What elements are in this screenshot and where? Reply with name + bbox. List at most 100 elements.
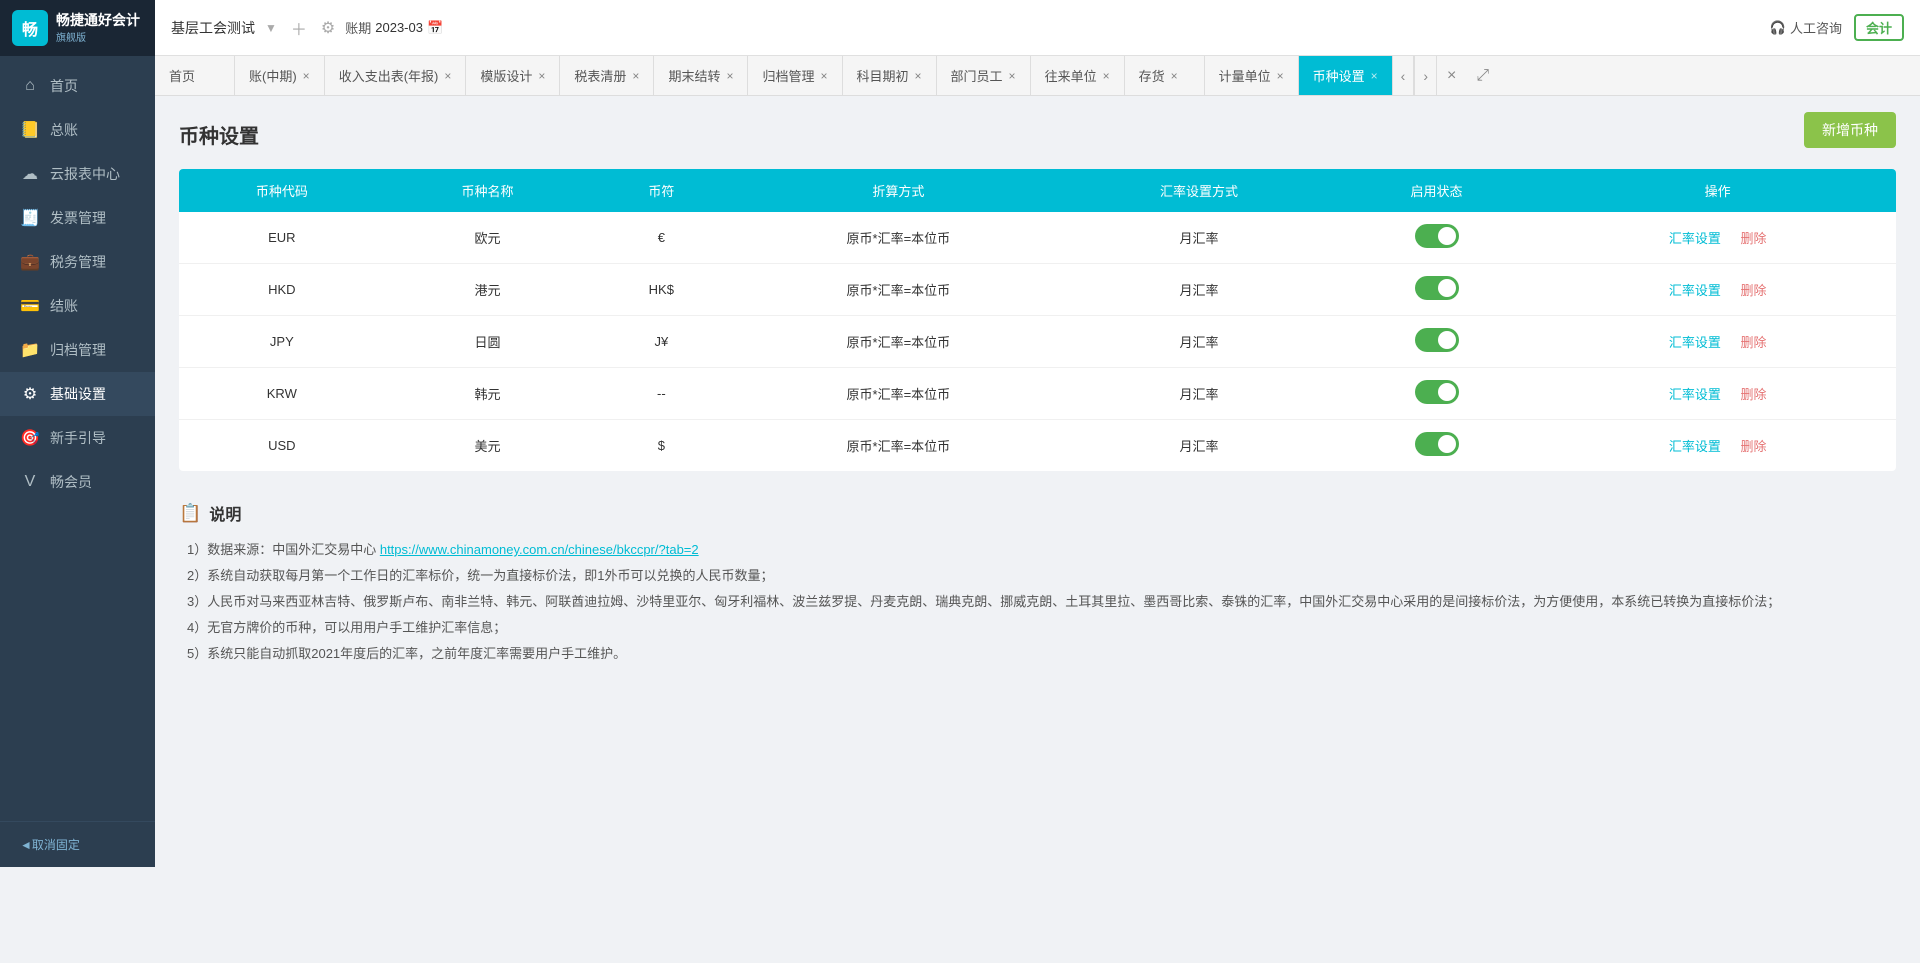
sidebar-pin-toggle[interactable]: ◄取消固定 [0,821,155,867]
sidebar-item-reports[interactable]: ☁ 云报表中心 [0,152,155,196]
tab-subjects-close[interactable]: × [915,69,922,83]
sidebar-item-settings[interactable]: ⚙ 基础设置 [0,372,155,416]
tab-units-close[interactable]: × [1103,69,1110,83]
tab-template[interactable]: 模版设计 × [466,56,560,95]
tab-taxclear-close[interactable]: × [632,69,639,83]
tab-employees-close[interactable]: × [1009,69,1016,83]
cell-name: 日圆 [385,316,591,368]
sidebar-item-ledger[interactable]: 📒 总账 [0,108,155,152]
add-tab-button[interactable]: ＋ [287,16,311,40]
service-button[interactable]: 🎧 人工咨询 [1770,18,1842,37]
cell-calc: 原币*汇率=本位币 [732,368,1064,420]
delete-link-KRW[interactable]: 删除 [1741,387,1767,402]
sidebar-item-guide[interactable]: 🎯 新手引导 [0,416,155,460]
tab-income[interactable]: 收入支出表(年报) × [325,56,467,95]
new-currency-button[interactable]: 新增币种 [1804,112,1896,148]
col-header-code: 币种代码 [179,169,385,212]
cell-status [1334,368,1540,420]
tab-currency-close[interactable]: × [1371,69,1378,83]
tab-period[interactable]: 账(中期) × [235,56,325,95]
logo-title: 畅捷通好会计 [56,12,140,29]
toggle-KRW[interactable] [1415,380,1459,404]
service-label: 人工咨询 [1790,18,1842,37]
cell-symbol: HK$ [590,264,732,316]
company-dropdown-icon[interactable]: ▼ [265,21,277,35]
cell-symbol: $ [590,420,732,472]
table-row: EUR 欧元 € 原币*汇率=本位币 月汇率 汇率设置 删除 [179,212,1896,264]
toggle-USD[interactable] [1415,432,1459,456]
tab-period-close[interactable]: × [303,69,310,83]
tab-template-close[interactable]: × [538,69,545,83]
sidebar-item-ledger-label: 总账 [50,120,78,140]
toggle-EUR[interactable] [1415,224,1459,248]
company-settings-icon[interactable]: ⚙ [321,18,335,38]
rate-setting-link-JPY[interactable]: 汇率设置 [1669,335,1721,350]
tabbar: 首页 账(中期) × 收入支出表(年报) × 模版设计 × 税表清册 × 期末结… [155,56,1920,96]
rate-setting-link-EUR[interactable]: 汇率设置 [1669,231,1721,246]
calendar-icon[interactable]: 📅 [427,20,443,36]
tab-prev-button[interactable]: ‹ [1393,56,1415,95]
headset-icon: 🎧 [1770,20,1786,36]
note-link[interactable]: https://www.chinamoney.com.cn/chinese/bk… [380,542,699,557]
delete-link-HKD[interactable]: 删除 [1741,283,1767,298]
tab-inventory-close[interactable]: × [1171,69,1178,83]
tab-home[interactable]: 首页 [155,56,235,95]
tab-close-all-button[interactable]: × [1436,56,1466,95]
sidebar-item-checkout-label: 结账 [50,296,78,316]
tab-subjects[interactable]: 科目期初 × [843,56,937,95]
delete-link-USD[interactable]: 删除 [1741,439,1767,454]
cell-code: HKD [179,264,385,316]
delete-link-JPY[interactable]: 删除 [1741,335,1767,350]
delete-link-EUR[interactable]: 删除 [1741,231,1767,246]
cell-status [1334,212,1540,264]
tab-period-end-label: 期末结转 [668,66,720,85]
rate-setting-link-KRW[interactable]: 汇率设置 [1669,387,1721,402]
sidebar-item-archive[interactable]: 📁 归档管理 [0,328,155,372]
sidebar-item-member[interactable]: V 畅会员 [0,460,155,504]
cell-rate-type: 月汇率 [1064,316,1333,368]
home-icon: ⌂ [20,77,40,95]
tab-units[interactable]: 往来单位 × [1031,56,1125,95]
note-section: 📋 说明 1）数据来源：中国外汇交易中心 https://www.chinamo… [179,501,1896,667]
col-header-name: 币种名称 [385,169,591,212]
tab-template-label: 模版设计 [480,66,532,85]
tab-next-button[interactable]: › [1414,56,1436,95]
tab-inventory[interactable]: 存货 × [1125,56,1205,95]
tab-employees-label: 部门员工 [951,66,1003,85]
cell-rate-type: 月汇率 [1064,264,1333,316]
cell-calc: 原币*汇率=本位币 [732,264,1064,316]
rate-setting-link-USD[interactable]: 汇率设置 [1669,439,1721,454]
rate-setting-link-HKD[interactable]: 汇率设置 [1669,283,1721,298]
tab-expand-button[interactable]: ⤢ [1466,56,1499,95]
col-header-rate-type: 汇率设置方式 [1064,169,1333,212]
note-item: 5）系统只能自动抓取2021年度后的汇率，之前年度汇率需要用户手工维护。 [187,641,1896,667]
cell-code: JPY [179,316,385,368]
tab-employees[interactable]: 部门员工 × [937,56,1031,95]
toggle-knob-HKD [1438,279,1456,297]
note-icon: 📋 [179,503,201,524]
cell-name: 韩元 [385,368,591,420]
sidebar-item-invoice-label: 发票管理 [50,208,106,228]
sidebar-item-tax-label: 税务管理 [50,252,106,272]
tab-period-end-close[interactable]: × [726,69,733,83]
sidebar-item-checkout[interactable]: 💳 结账 [0,284,155,328]
sidebar-item-home[interactable]: ⌂ 首页 [0,64,155,108]
sidebar-item-invoice[interactable]: 🧾 发票管理 [0,196,155,240]
tab-filing-close[interactable]: × [820,69,827,83]
cell-rate-type: 月汇率 [1064,420,1333,472]
tab-filing[interactable]: 归档管理 × [748,56,842,95]
sidebar-item-tax[interactable]: 💼 税务管理 [0,240,155,284]
tab-period-label: 账(中期) [249,66,297,85]
reports-icon: ☁ [20,164,40,184]
tab-period-end[interactable]: 期末结转 × [654,56,748,95]
toggle-JPY[interactable] [1415,328,1459,352]
tab-units-label: 往来单位 [1045,66,1097,85]
tab-income-close[interactable]: × [444,69,451,83]
toggle-HKD[interactable] [1415,276,1459,300]
tab-measure[interactable]: 计量单位 × [1205,56,1299,95]
user-role-badge[interactable]: 会计 [1854,14,1904,41]
tab-measure-close[interactable]: × [1277,69,1284,83]
tab-taxclear[interactable]: 税表清册 × [560,56,654,95]
cell-status [1334,264,1540,316]
tab-currency[interactable]: 币种设置 × [1299,56,1393,95]
